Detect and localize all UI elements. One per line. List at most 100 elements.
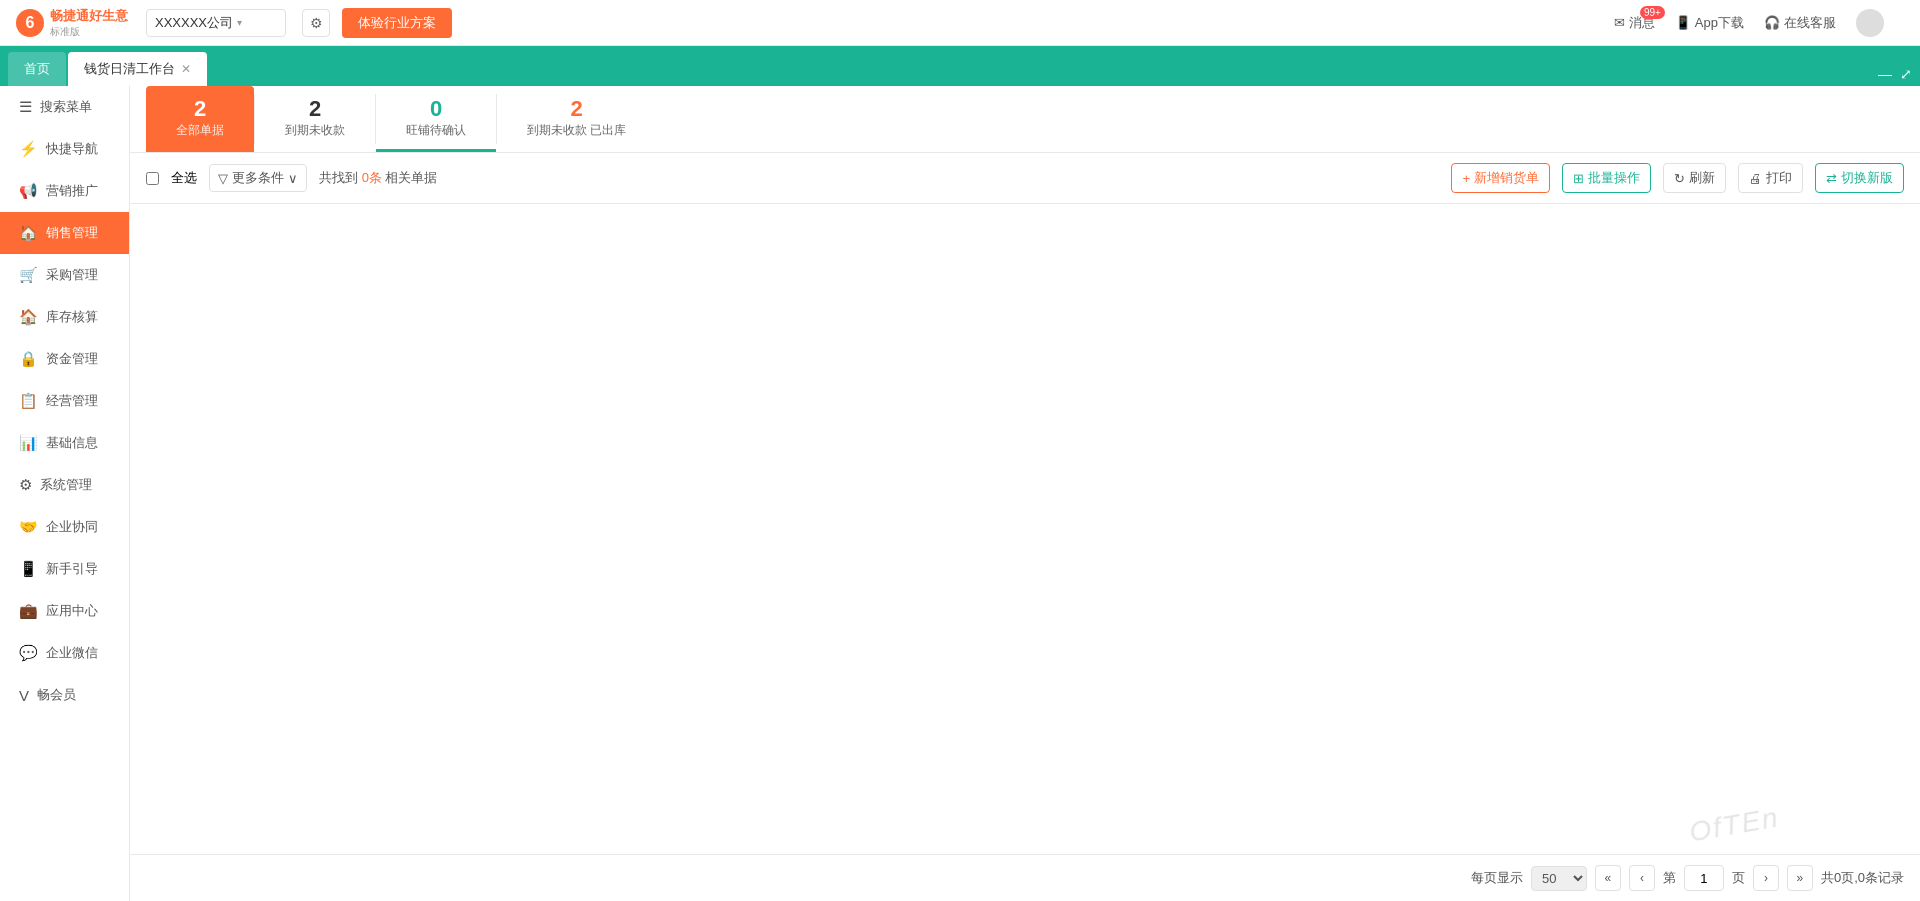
tab-workbench-label: 钱货日清工作台 (84, 60, 175, 78)
company-selector[interactable]: XXXXXX公司 ▾ (146, 9, 286, 37)
stat-all-count: 2 (194, 96, 206, 122)
sidebar-item-member[interactable]: V 畅会员 (0, 674, 129, 716)
found-count: 0条 (362, 170, 382, 185)
settings-button[interactable]: ⚙ (302, 9, 330, 37)
last-page-button[interactable]: » (1787, 865, 1813, 891)
switch-version-button[interactable]: ⇄ 切换新版 (1815, 163, 1904, 193)
tab-close-icon[interactable]: ✕ (181, 62, 191, 76)
headset-icon: 🎧 (1764, 15, 1780, 30)
sidebar-item-inventory[interactable]: 🏠 库存核算 (0, 296, 129, 338)
sidebar-basic-info-label: 基础信息 (46, 434, 98, 452)
sidebar-guide-label: 新手引导 (46, 560, 98, 578)
sidebar-item-guide[interactable]: 📱 新手引导 (0, 548, 129, 590)
stat-tab-outstock[interactable]: 2 到期未收款 已出库 (497, 86, 656, 152)
logo-text: 畅捷通好生意 标准版 (50, 7, 128, 39)
stat-tab-overdue[interactable]: 2 到期未收款 (255, 86, 375, 152)
stat-tab-all[interactable]: 2 全部单据 (146, 86, 254, 152)
sidebar-system-label: 系统管理 (40, 476, 92, 494)
print-icon: 🖨 (1749, 171, 1762, 186)
table-area (130, 204, 1920, 854)
trial-button[interactable]: 体验行业方案 (342, 8, 452, 38)
top-header: 6 畅捷通好生意 标准版 XXXXXX公司 ▾ ⚙ 体验行业方案 ✉ 消息 99… (0, 0, 1920, 46)
online-service-button[interactable]: 🎧 在线客服 (1764, 14, 1836, 32)
stat-wangpu-count: 0 (430, 96, 442, 122)
sidebar-weixin-label: 企业微信 (46, 644, 98, 662)
marketing-icon: 📢 (19, 182, 38, 200)
print-button[interactable]: 🖨 打印 (1738, 163, 1803, 193)
batch-label: 批量操作 (1588, 169, 1640, 187)
page-number-input[interactable] (1684, 865, 1724, 891)
maximize-button[interactable]: ⤢ (1900, 66, 1912, 82)
filter-icon: ▽ (218, 171, 228, 186)
stat-all-label: 全部单据 (176, 122, 224, 139)
stats-tabs: 2 全部单据 2 到期未收款 0 旺铺待确认 2 到期未收款 已出库 (130, 86, 1920, 153)
sidebar-item-search-menu[interactable]: ☰ 搜索菜单 (0, 86, 129, 128)
guide-icon: 📱 (19, 560, 38, 578)
sidebar-search-menu-label: 搜索菜单 (40, 98, 92, 116)
sidebar-ops-label: 经营管理 (46, 392, 98, 410)
batch-icon: ⊞ (1573, 171, 1584, 186)
pagination: 每页显示 20 50 100 « ‹ 第 页 › » 共0页,0条记录 (130, 854, 1920, 901)
app-center-icon: 💼 (19, 602, 38, 620)
main-layout: ☰ 搜索菜单 ⚡ 快捷导航 📢 营销推广 🏠 销售管理 🛒 采购管理 🏠 库存核… (0, 86, 1920, 901)
sidebar-item-weixin[interactable]: 💬 企业微信 (0, 632, 129, 674)
per-page-select[interactable]: 20 50 100 (1531, 866, 1587, 891)
select-all-checkbox[interactable] (146, 172, 159, 185)
avatar[interactable] (1856, 9, 1884, 37)
sidebar-item-basic-info[interactable]: 📊 基础信息 (0, 422, 129, 464)
sidebar-capital-label: 资金管理 (46, 350, 98, 368)
first-page-button[interactable]: « (1595, 865, 1621, 891)
enterprise-icon: 🤝 (19, 518, 38, 536)
messages-button[interactable]: ✉ 消息 99+ (1614, 14, 1655, 32)
logo-sub-text: 标准版 (50, 25, 128, 39)
sidebar-item-enterprise[interactable]: 🤝 企业协同 (0, 506, 129, 548)
app-download-label: App下载 (1695, 14, 1744, 32)
stat-overdue-label: 到期未收款 (285, 122, 345, 139)
switch-icon: ⇄ (1826, 171, 1837, 186)
sidebar-item-system[interactable]: ⚙ 系统管理 (0, 464, 129, 506)
prev-page-button[interactable]: ‹ (1629, 865, 1655, 891)
sidebar-member-label: 畅会员 (37, 686, 76, 704)
logo-area: 6 畅捷通好生意 标准版 (16, 7, 146, 39)
refresh-icon: ↻ (1674, 171, 1685, 186)
sales-icon: 🏠 (19, 224, 38, 242)
refresh-button[interactable]: ↻ 刷新 (1663, 163, 1726, 193)
quick-nav-icon: ⚡ (19, 140, 38, 158)
sidebar-item-quick-nav[interactable]: ⚡ 快捷导航 (0, 128, 129, 170)
new-order-button[interactable]: + 新增销货单 (1451, 163, 1550, 193)
tab-home[interactable]: 首页 (8, 52, 66, 86)
stat-outstock-count: 2 (571, 96, 583, 122)
system-icon: ⚙ (19, 476, 32, 494)
sidebar-sales-label: 销售管理 (46, 224, 98, 242)
online-service-label: 在线客服 (1784, 14, 1836, 32)
header-center: ⚙ 体验行业方案 (286, 8, 1614, 38)
refresh-label: 刷新 (1689, 169, 1715, 187)
messages-badge: 99+ (1640, 6, 1665, 19)
per-page-label: 每页显示 (1471, 869, 1523, 887)
tab-workbench[interactable]: 钱货日清工作台 ✕ (68, 52, 207, 86)
stat-wangpu-label: 旺铺待确认 (406, 122, 466, 139)
basic-info-icon: 📊 (19, 434, 38, 452)
company-arrow: ▾ (237, 17, 242, 28)
search-menu-icon: ☰ (19, 98, 32, 116)
logo-main-text: 畅捷通好生意 (50, 7, 128, 25)
sidebar-item-purchase[interactable]: 🛒 采购管理 (0, 254, 129, 296)
batch-operation-button[interactable]: ⊞ 批量操作 (1562, 163, 1651, 193)
toolbar-right: + 新增销货单 ⊞ 批量操作 ↻ 刷新 🖨 打印 ⇄ 切换新版 (1451, 163, 1904, 193)
filter-button[interactable]: ▽ 更多条件 ∨ (209, 164, 307, 192)
sidebar-item-capital[interactable]: 🔒 资金管理 (0, 338, 129, 380)
sidebar-item-app-center[interactable]: 💼 应用中心 (0, 590, 129, 632)
sidebar-item-marketing[interactable]: 📢 营销推广 (0, 170, 129, 212)
app-download-button[interactable]: 📱 App下载 (1675, 14, 1744, 32)
purchase-icon: 🛒 (19, 266, 38, 284)
stat-tab-wangpu[interactable]: 0 旺铺待确认 (376, 86, 496, 152)
sidebar-item-ops[interactable]: 📋 经营管理 (0, 380, 129, 422)
logo-icon: 6 (16, 9, 44, 37)
sidebar-item-sales[interactable]: 🏠 销售管理 (0, 212, 129, 254)
minimize-button[interactable]: — (1878, 66, 1892, 82)
select-all-label: 全选 (171, 169, 197, 187)
plus-icon: + (1462, 171, 1470, 186)
next-page-button[interactable]: › (1753, 865, 1779, 891)
toolbar: 全选 ▽ 更多条件 ∨ 共找到 0条 相关单据 + 新增销货单 ⊞ 批量操作 (130, 153, 1920, 204)
member-icon: V (19, 687, 29, 704)
